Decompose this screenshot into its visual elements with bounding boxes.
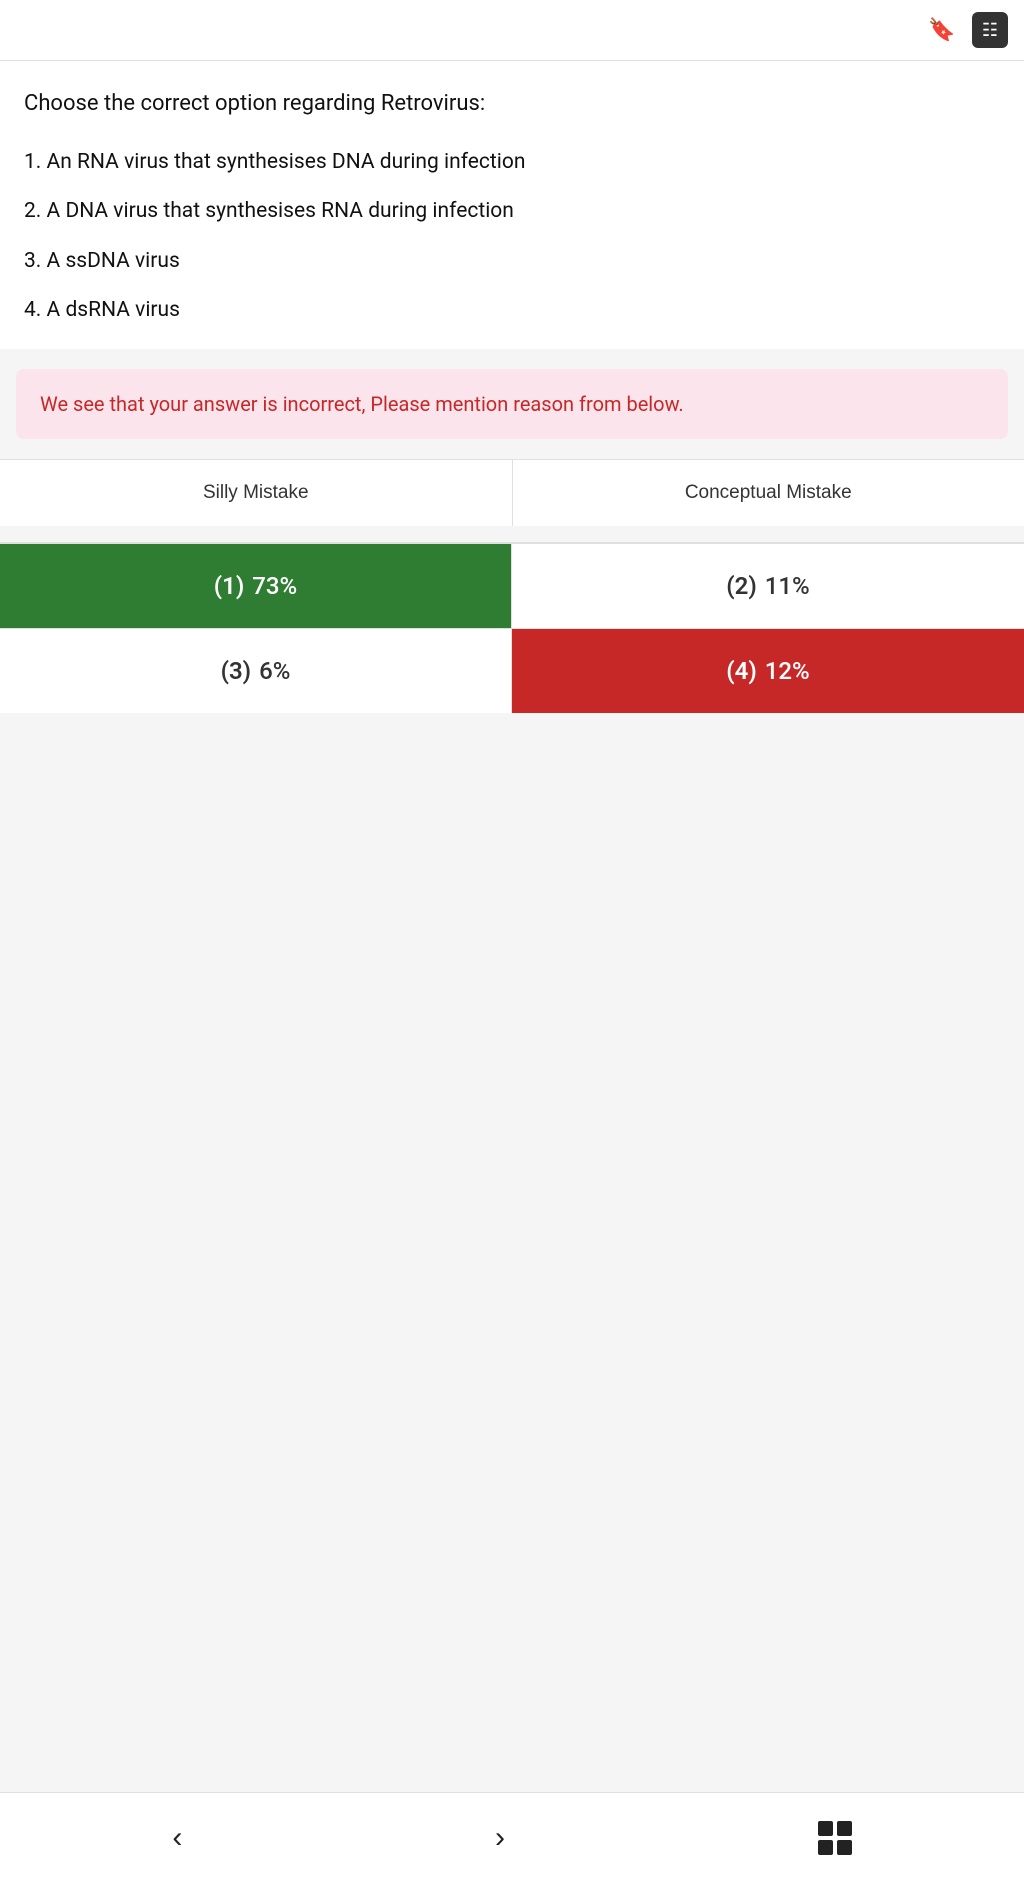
stat-value-4: 12% [765, 657, 810, 685]
question-text: Choose the correct option regarding Retr… [24, 89, 1000, 120]
bottom-nav: ‹ › [0, 1792, 1024, 1883]
question-card: Choose the correct option regarding Retr… [0, 61, 1024, 349]
top-bar: 🔖 ☷ [0, 0, 1024, 61]
stat-value-2: 11% [765, 572, 810, 600]
mistake-options: Silly Mistake Conceptual Mistake [0, 459, 1024, 526]
bookmark-icon[interactable]: 🔖 [924, 12, 960, 48]
stat-label-1: (1) [214, 572, 244, 600]
silly-mistake-button[interactable]: Silly Mistake [0, 460, 513, 526]
option-3[interactable]: 3. A ssDNA virus [24, 247, 1000, 276]
stat-value-1: 73% [252, 572, 297, 600]
option-2[interactable]: 2. A DNA virus that synthesises RNA duri… [24, 197, 1000, 226]
stats-grid: (1) 73% (2) 11% (3) 6% (4) 12% [0, 542, 1024, 713]
stat-label-4: (4) [726, 657, 756, 685]
stat-cell-1: (1) 73% [0, 544, 512, 629]
option-list: 1. An RNA virus that synthesises DNA dur… [24, 148, 1000, 326]
option-4[interactable]: 4. A dsRNA virus [24, 296, 1000, 325]
stat-label-2: (2) [726, 572, 756, 600]
grid-view-button[interactable] [794, 1813, 876, 1863]
stat-cell-4: (4) 12% [512, 629, 1024, 713]
option-1[interactable]: 1. An RNA virus that synthesises DNA dur… [24, 148, 1000, 177]
stat-value-3: 6% [259, 657, 290, 685]
incorrect-banner: We see that your answer is incorrect, Pl… [16, 369, 1008, 439]
grid-icon [818, 1821, 852, 1855]
stat-cell-3: (3) 6% [0, 629, 512, 713]
stat-cell-2: (2) 11% [512, 544, 1024, 629]
menu-icon[interactable]: ☷ [972, 12, 1008, 48]
forward-button[interactable]: › [471, 1813, 529, 1863]
conceptual-mistake-button[interactable]: Conceptual Mistake [513, 460, 1024, 526]
stat-label-3: (3) [221, 657, 251, 685]
incorrect-banner-text: We see that your answer is incorrect, Pl… [40, 389, 984, 419]
back-button[interactable]: ‹ [148, 1813, 206, 1863]
